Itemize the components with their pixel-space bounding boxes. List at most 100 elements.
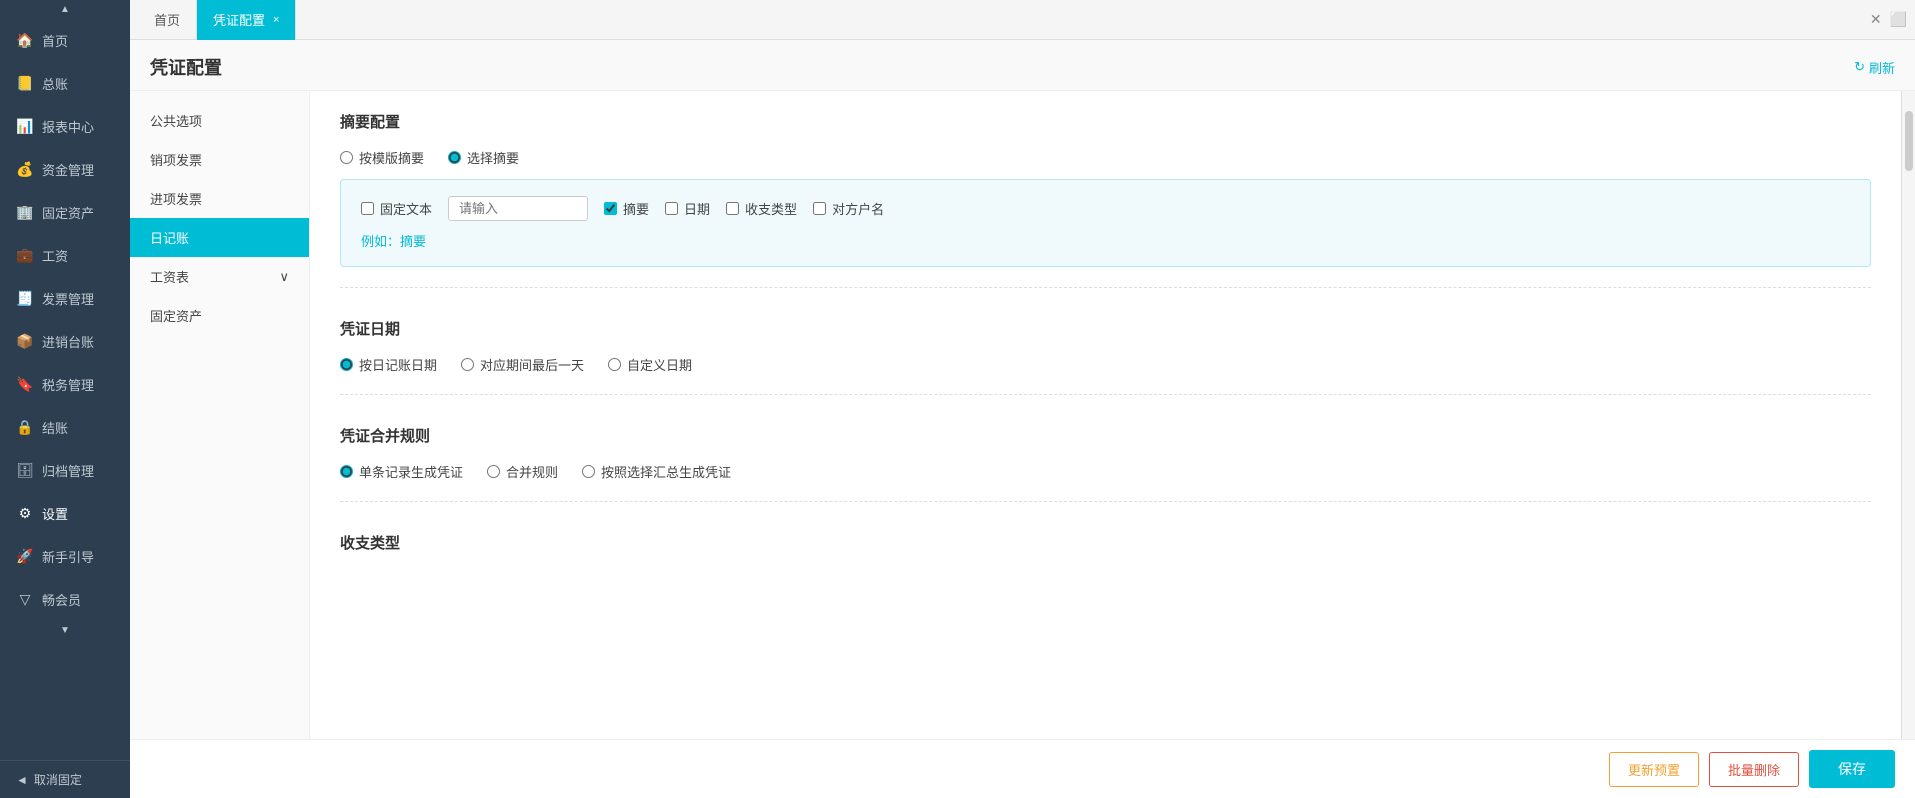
sidebar-item-funds[interactable]: 💰 资金管理: [0, 148, 130, 191]
sidebar-item-archive-label: 归档管理: [42, 461, 94, 480]
merge-radio-total-input[interactable]: [582, 465, 595, 478]
date-radio-journal-label: 按日记账日期: [359, 355, 437, 374]
sidebar-item-ledger[interactable]: 📒 总账: [0, 62, 130, 105]
window-controls: ✕ ⬜: [1870, 11, 1907, 28]
sidebar-item-ledger-label: 总账: [42, 74, 68, 93]
sidebar-scroll-down[interactable]: ▼: [0, 621, 130, 640]
sidebar-item-tax[interactable]: 🔖 税务管理: [0, 363, 130, 406]
checkbox-summary[interactable]: 摘要: [604, 199, 649, 218]
nav-fixed-assets-label: 固定资产: [150, 306, 202, 325]
checkbox-counterpart[interactable]: 对方户名: [813, 199, 884, 218]
sidebar-scroll-up[interactable]: ▲: [0, 0, 130, 19]
invoice-icon: 🧾: [16, 290, 34, 307]
nav-payroll[interactable]: 工资表 ∨: [130, 257, 309, 296]
checkbox-summary-input[interactable]: [604, 202, 617, 215]
settings-icon: ⚙: [16, 505, 34, 522]
tab-voucher-label: 凭证配置: [213, 10, 265, 29]
checkbox-date[interactable]: 日期: [665, 199, 710, 218]
tab-home-label: 首页: [154, 10, 180, 29]
scroll-track[interactable]: [1901, 91, 1915, 739]
nav-fixed-assets[interactable]: 固定资产: [130, 296, 309, 335]
content-layout: 公共选项 销项发票 进项发票 日记账 工资表 ∨ 固定资产: [130, 91, 1915, 739]
sidebar-item-assets[interactable]: 🏢 固定资产: [0, 191, 130, 234]
nav-journal[interactable]: 日记账: [130, 218, 309, 257]
refresh-button[interactable]: ↻ 刷新: [1854, 58, 1895, 77]
summary-checkbox-row: 固定文本 摘要 日期: [361, 196, 1850, 221]
tab-home[interactable]: 首页: [138, 0, 197, 40]
fixed-text-input[interactable]: [448, 196, 588, 221]
nav-payroll-label: 工资表: [150, 267, 189, 286]
sidebar-item-guide-label: 新手引导: [42, 547, 94, 566]
checkbox-income-type[interactable]: 收支类型: [726, 199, 797, 218]
merge-radio-merge-input[interactable]: [487, 465, 500, 478]
nav-purchase[interactable]: 进项发票: [130, 179, 309, 218]
sidebar-item-home[interactable]: 🏠 首页: [0, 19, 130, 62]
checkbox-summary-label: 摘要: [623, 199, 649, 218]
batch-delete-button[interactable]: 批量删除: [1709, 752, 1799, 787]
checkbox-fixed-text[interactable]: 固定文本: [361, 199, 432, 218]
pin-icon: ◄: [16, 773, 28, 787]
merge-radio-single-input[interactable]: [340, 465, 353, 478]
summary-radio-template-input[interactable]: [340, 151, 353, 164]
nav-public[interactable]: 公共选项: [130, 101, 309, 140]
date-section: 凭证日期 按日记账日期 对应期间最后一天 自定义日期: [340, 318, 1871, 395]
checkbox-counterpart-input[interactable]: [813, 202, 826, 215]
summary-radio-template[interactable]: 按模版摘要: [340, 148, 424, 167]
sidebar-item-close[interactable]: 🔒 结账: [0, 406, 130, 449]
sidebar-item-assets-label: 固定资产: [42, 203, 94, 222]
sidebar-item-member[interactable]: ▽ 畅会员: [0, 578, 130, 621]
merge-radio-merge-label: 合并规则: [506, 462, 558, 481]
sidebar-item-archive[interactable]: 🗄 归档管理: [0, 449, 130, 492]
sidebar-item-invoice[interactable]: 🧾 发票管理: [0, 277, 130, 320]
income-title: 收支类型: [340, 532, 1871, 553]
nav-purchase-label: 进项发票: [150, 189, 202, 208]
summary-radio-select-input[interactable]: [448, 151, 461, 164]
date-radio-journal-input[interactable]: [340, 358, 353, 371]
save-button[interactable]: 保存: [1809, 750, 1895, 788]
checkbox-counterpart-label: 对方户名: [832, 199, 884, 218]
sidebar-item-close-label: 结账: [42, 418, 68, 437]
date-title: 凭证日期: [340, 318, 1871, 339]
update-preview-button[interactable]: 更新预置: [1609, 752, 1699, 787]
checkbox-fixed-text-label: 固定文本: [380, 199, 432, 218]
sidebar-cancel-pin[interactable]: ◄ 取消固定: [0, 760, 130, 798]
tab-voucher-close[interactable]: ×: [273, 14, 279, 26]
date-radio-custom-input[interactable]: [608, 358, 621, 371]
date-radio-journal[interactable]: 按日记账日期: [340, 355, 437, 374]
report-icon: 📊: [16, 118, 34, 135]
sidebar: ▲ 🏠 首页 📒 总账 📊 报表中心 💰 资金管理 🏢 固定资产 💼 工资 🧾 …: [0, 0, 130, 798]
sidebar-item-invoice-label: 发票管理: [42, 289, 94, 308]
date-radio-custom[interactable]: 自定义日期: [608, 355, 692, 374]
scroll-thumb[interactable]: [1905, 111, 1913, 171]
archive-icon: 🗄: [16, 462, 34, 479]
merge-radio-single[interactable]: 单条记录生成凭证: [340, 462, 463, 481]
page-title: 凭证配置: [150, 54, 1854, 80]
checkbox-fixed-text-input[interactable]: [361, 202, 374, 215]
refresh-label: 刷新: [1869, 58, 1895, 77]
checkbox-income-type-label: 收支类型: [745, 199, 797, 218]
window-restore-icon[interactable]: ⬜: [1890, 11, 1907, 28]
merge-radio-merge[interactable]: 合并规则: [487, 462, 558, 481]
tab-voucher[interactable]: 凭证配置 ×: [197, 0, 296, 40]
sidebar-item-settings[interactable]: ⚙ 设置: [0, 492, 130, 535]
nav-payroll-arrow: ∨: [279, 269, 289, 285]
checkbox-income-type-input[interactable]: [726, 202, 739, 215]
merge-radio-total[interactable]: 按照选择汇总生成凭证: [582, 462, 731, 481]
nav-sales[interactable]: 销项发票: [130, 140, 309, 179]
date-radio-period[interactable]: 对应期间最后一天: [461, 355, 584, 374]
salary-icon: 💼: [16, 247, 34, 264]
sidebar-item-report[interactable]: 📊 报表中心: [0, 105, 130, 148]
date-radio-period-input[interactable]: [461, 358, 474, 371]
summary-radio-template-label: 按模版摘要: [359, 148, 424, 167]
summary-radio-select[interactable]: 选择摘要: [448, 148, 519, 167]
checkbox-date-input[interactable]: [665, 202, 678, 215]
refresh-icon: ↻: [1854, 59, 1865, 75]
sidebar-item-guide[interactable]: 🚀 新手引导: [0, 535, 130, 578]
date-radio-period-label: 对应期间最后一天: [480, 355, 584, 374]
sidebar-item-purchase[interactable]: 📦 进销台账: [0, 320, 130, 363]
income-section: 收支类型: [340, 532, 1871, 589]
summary-section: 摘要配置 按模版摘要 选择摘要: [340, 111, 1871, 288]
sidebar-item-salary[interactable]: 💼 工资: [0, 234, 130, 277]
window-close-icon[interactable]: ✕: [1870, 11, 1882, 28]
home-icon: 🏠: [16, 32, 34, 49]
